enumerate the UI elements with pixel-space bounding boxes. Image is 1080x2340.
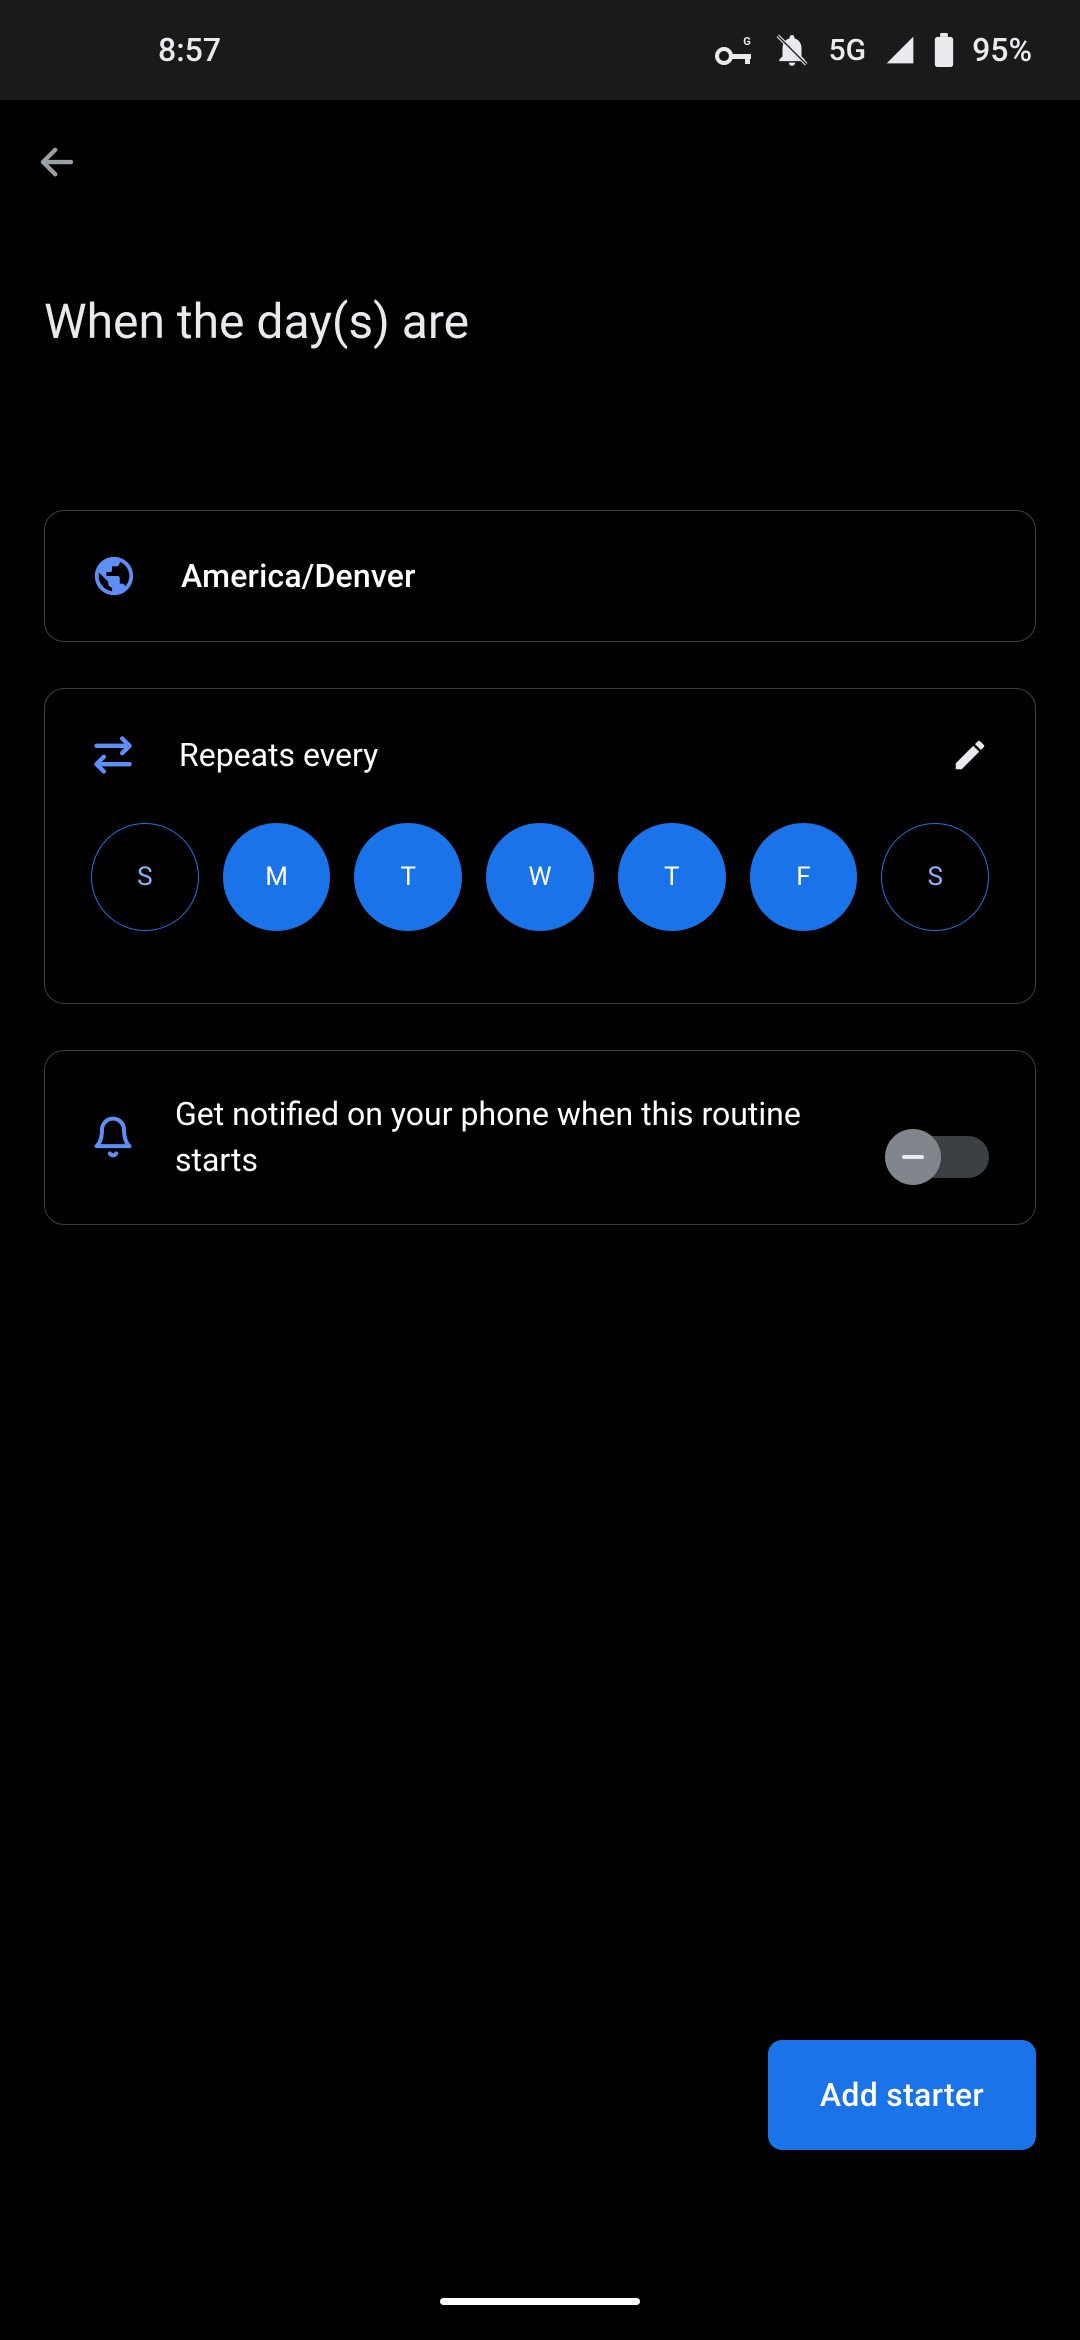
repeat-icon	[91, 733, 135, 777]
timezone-card[interactable]: America/Denver	[44, 510, 1036, 642]
vpn-key-icon: G	[715, 35, 755, 65]
pencil-icon	[951, 736, 989, 774]
signal-icon	[884, 34, 916, 66]
globe-icon	[91, 553, 137, 599]
repeat-label: Repeats every	[179, 736, 378, 774]
svg-text:G: G	[743, 35, 751, 48]
day-monday[interactable]: M	[223, 823, 331, 931]
page-title: When the day(s) are	[0, 189, 1080, 350]
status-time: 8:57	[158, 31, 221, 69]
day-saturday[interactable]: S	[881, 823, 989, 931]
notify-label: Get notified on your phone when this rou…	[175, 1091, 847, 1184]
notify-toggle[interactable]	[887, 1136, 989, 1178]
repeat-card: Repeats every S M T W T F S	[44, 688, 1036, 1004]
edit-button[interactable]	[951, 736, 989, 774]
day-tuesday[interactable]: T	[354, 823, 462, 931]
app-header	[0, 100, 1080, 189]
day-selector: S M T W T F S	[91, 777, 989, 959]
day-thursday[interactable]: T	[618, 823, 726, 931]
notify-card: Get notified on your phone when this rou…	[44, 1050, 1036, 1225]
add-starter-button[interactable]: Add starter	[768, 2040, 1036, 2150]
network-type-label: 5G	[829, 33, 867, 68]
arrow-left-icon	[36, 141, 78, 183]
battery-label: 95%	[972, 31, 1032, 69]
back-button[interactable]	[30, 135, 84, 189]
bell-icon	[91, 1115, 135, 1159]
day-friday[interactable]: F	[750, 823, 858, 931]
status-bar: 8:57 G 5G	[0, 0, 1080, 100]
dnd-silenced-icon	[773, 31, 811, 69]
home-indicator[interactable]	[440, 2298, 640, 2305]
battery-icon	[934, 33, 954, 67]
timezone-value: America/Denver	[181, 557, 416, 595]
day-wednesday[interactable]: W	[486, 823, 594, 931]
nav-bar	[0, 2262, 1080, 2340]
day-sunday[interactable]: S	[91, 823, 199, 931]
content: America/Denver Repeats every	[0, 350, 1080, 1225]
status-icons: G 5G 95%	[715, 31, 1032, 69]
